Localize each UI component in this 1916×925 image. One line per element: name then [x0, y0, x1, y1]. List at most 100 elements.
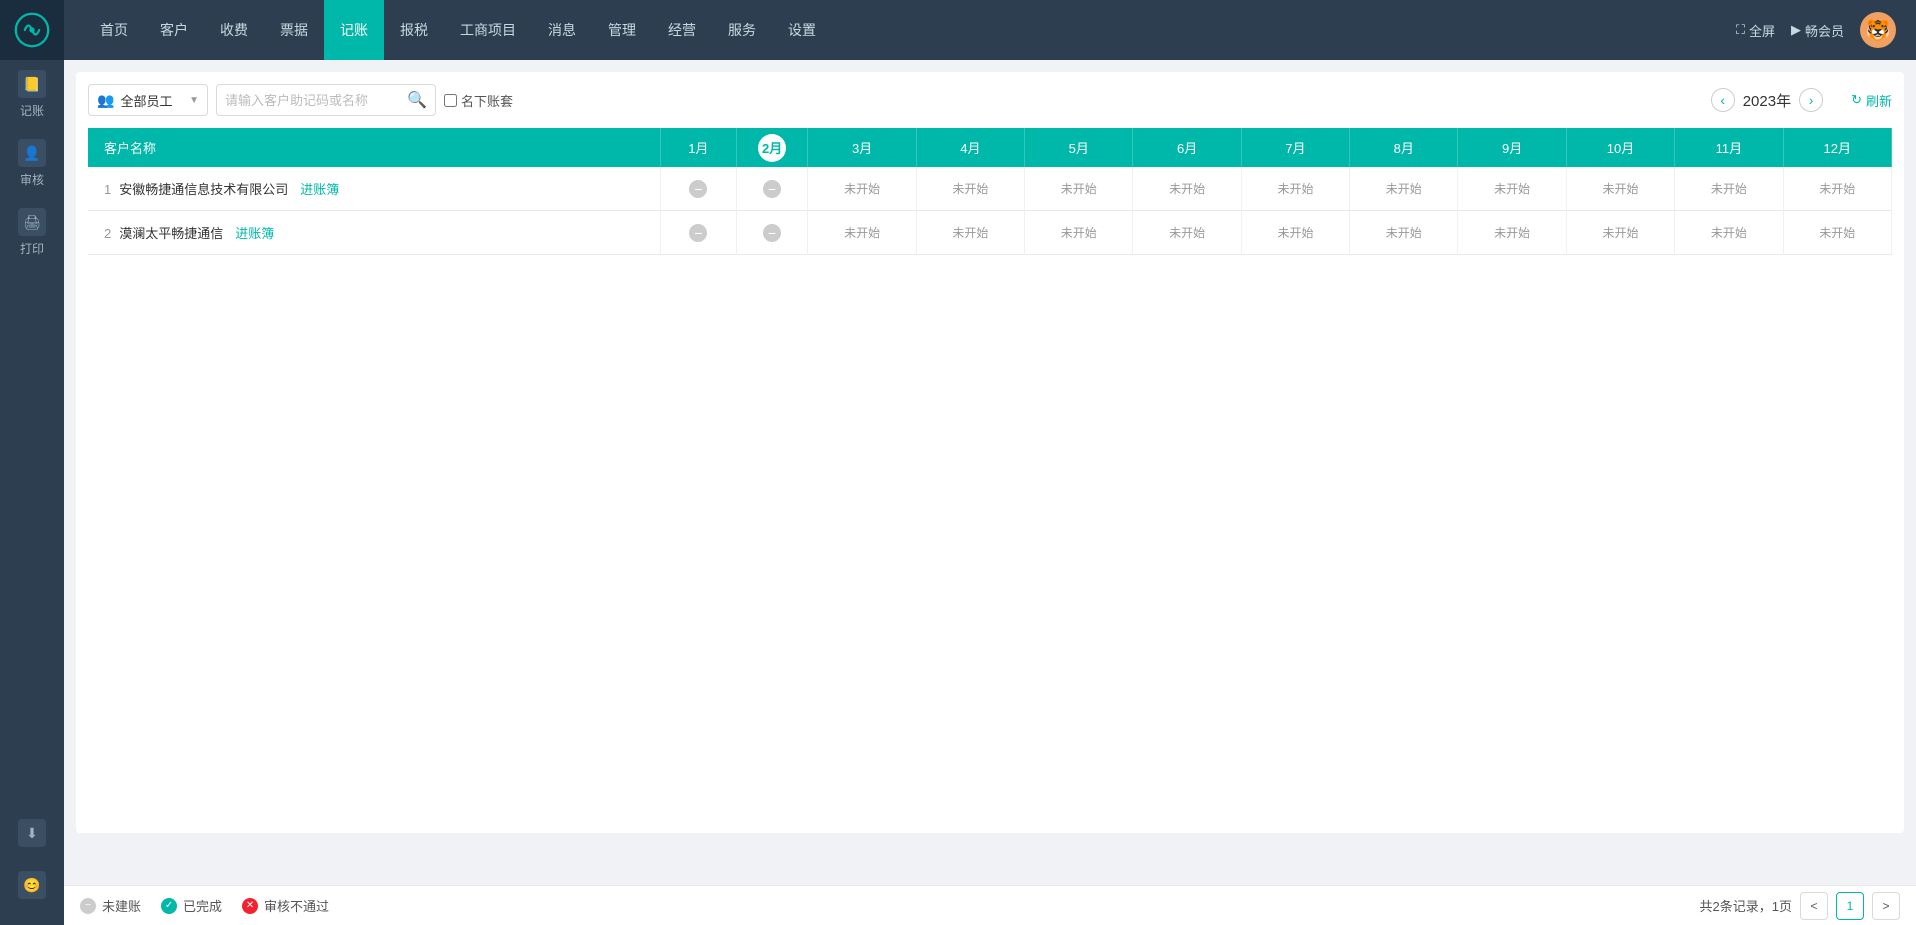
topnav-right: ⛶ 全屏 ▶ 畅会员 🐯: [1736, 12, 1896, 48]
pagination-info: 共2条记录，1页: [1700, 896, 1792, 915]
cell-month-1-5: 未开始: [1133, 211, 1241, 255]
search-input[interactable]: [225, 93, 401, 108]
topnav: 首页 客户 收费 票据 记账 报税 工商项目 消息 管理 经营 服务 设置 ⛶ …: [64, 0, 1916, 60]
cell-month-0-1: −: [736, 167, 808, 211]
sidebar: 📒 记账 👤 审核 🖨 打印 ⬇ 😊: [0, 0, 64, 925]
sidebar-item-user[interactable]: 😊: [0, 861, 64, 909]
status-not-started: 未开始: [844, 182, 880, 196]
status-not-built: −: [763, 180, 781, 198]
active-month-badge: 2月: [758, 134, 786, 162]
status-not-started: 未开始: [1386, 226, 1422, 240]
col-m9: 9月: [1458, 128, 1566, 167]
content-panel: 👥 全部员工 ▼ 🔍 名下账套 ‹ 2023年 ›: [76, 72, 1904, 833]
col-m7: 7月: [1241, 128, 1349, 167]
col-m2: 2月: [736, 128, 808, 167]
col-m5: 5月: [1025, 128, 1133, 167]
status-not-built: −: [689, 224, 707, 242]
status-not-started: 未开始: [1819, 182, 1855, 196]
nav-settings[interactable]: 设置: [772, 0, 832, 60]
col-m11: 11月: [1675, 128, 1783, 167]
year-prev-button[interactable]: ‹: [1711, 88, 1735, 112]
status-not-started: 未开始: [844, 226, 880, 240]
legend-completed: ✓ 已完成: [161, 896, 222, 915]
nav-service[interactable]: 服务: [712, 0, 772, 60]
nav-manage[interactable]: 管理: [592, 0, 652, 60]
table-row: 1安徽畅捷通信息技术有限公司进账簿−−未开始未开始未开始未开始未开始未开始未开始…: [88, 167, 1892, 211]
sidebar-item-print[interactable]: 🖨 打印: [0, 198, 64, 267]
member-button[interactable]: ▶ 畅会员: [1791, 21, 1844, 40]
nav-invoices[interactable]: 票据: [264, 0, 324, 60]
nav-ledger[interactable]: 记账: [324, 0, 384, 60]
status-not-started: 未开始: [952, 226, 988, 240]
my-accounts-check[interactable]: [444, 94, 457, 107]
fullscreen-button[interactable]: ⛶ 全屏: [1736, 21, 1775, 40]
status-not-started: 未开始: [1602, 182, 1638, 196]
enter-ledger-link[interactable]: 进账簿: [235, 226, 274, 241]
footer: − 未建账 ✓ 已完成 ✕ 审核不通过 共2条记录，1页 < 1 >: [64, 885, 1916, 925]
employee-filter[interactable]: 👥 全部员工 ▼: [88, 84, 208, 116]
cell-month-0-7: 未开始: [1350, 167, 1458, 211]
cell-month-1-11: 未开始: [1783, 211, 1892, 255]
main-area: 首页 客户 收费 票据 记账 报税 工商项目 消息 管理 经营 服务 设置 ⛶ …: [64, 0, 1916, 925]
sidebar-item-download[interactable]: ⬇: [0, 809, 64, 857]
status-not-started: 未开始: [1169, 182, 1205, 196]
sidebar-bottom: ⬇ 😊: [0, 809, 64, 909]
nav-tax[interactable]: 报税: [384, 0, 444, 60]
toolbar: 👥 全部员工 ▼ 🔍 名下账套 ‹ 2023年 ›: [88, 84, 1892, 116]
cell-month-1-8: 未开始: [1458, 211, 1566, 255]
cell-month-0-9: 未开始: [1566, 167, 1674, 211]
status-not-started: 未开始: [1602, 226, 1638, 240]
col-m6: 6月: [1133, 128, 1241, 167]
status-not-started: 未开始: [1711, 182, 1747, 196]
status-not-started: 未开始: [1819, 226, 1855, 240]
status-not-started: 未开始: [1061, 182, 1097, 196]
ledger-icon: 📒: [18, 70, 46, 98]
print-icon: 🖨: [18, 208, 46, 236]
legend-rejected: ✕ 审核不通过: [242, 896, 329, 915]
sidebar-logo: [0, 0, 64, 60]
data-table: 客户名称 1月 2月 3月 4月 5月 6月 7月 8月 9月 10月 11月: [88, 128, 1892, 255]
avatar[interactable]: 🐯: [1860, 12, 1896, 48]
page-prev-button[interactable]: <: [1800, 892, 1828, 920]
download-icon: ⬇: [18, 819, 46, 847]
nav-home[interactable]: 首页: [84, 0, 144, 60]
nav-clients[interactable]: 客户: [144, 0, 204, 60]
page-current-button[interactable]: 1: [1836, 892, 1864, 920]
nav-messages[interactable]: 消息: [532, 0, 592, 60]
fullscreen-icon: ⛶: [1736, 22, 1745, 38]
status-not-started: 未开始: [1494, 226, 1530, 240]
sidebar-item-audit[interactable]: 👤 审核: [0, 129, 64, 198]
my-accounts-checkbox[interactable]: 名下账套: [444, 91, 513, 110]
company-name: 漠澜太平畅捷通信: [119, 226, 223, 241]
status-not-started: 未开始: [1711, 226, 1747, 240]
status-not-started: 未开始: [1386, 182, 1422, 196]
legend-teal-dot: ✓: [161, 898, 177, 914]
pagination: 共2条记录，1页 < 1 >: [1700, 892, 1900, 920]
cell-name-1: 2 漠澜太平畅捷通信进账簿: [88, 211, 660, 255]
year-nav: ‹ 2023年 ›: [1711, 88, 1823, 112]
enter-ledger-link[interactable]: 进账簿: [300, 182, 339, 197]
search-button[interactable]: 🔍: [407, 90, 427, 110]
year-next-button[interactable]: ›: [1799, 88, 1823, 112]
cell-month-1-3: 未开始: [916, 211, 1024, 255]
user-icon: 😊: [18, 871, 46, 899]
row-num: 2: [104, 226, 111, 241]
search-wrap: 🔍: [216, 84, 436, 116]
sidebar-item-ledger[interactable]: 📒 记账: [0, 60, 64, 129]
status-not-started: 未开始: [1494, 182, 1530, 196]
status-not-started: 未开始: [1277, 226, 1313, 240]
cell-month-1-1: −: [736, 211, 808, 255]
year-label: 2023年: [1743, 90, 1791, 111]
refresh-button[interactable]: ↻ 刷新: [1851, 91, 1892, 110]
nav-bizitems[interactable]: 工商项目: [444, 0, 532, 60]
col-m3: 3月: [808, 128, 916, 167]
cell-month-1-7: 未开始: [1350, 211, 1458, 255]
page-next-button[interactable]: >: [1872, 892, 1900, 920]
cell-month-0-6: 未开始: [1241, 167, 1349, 211]
status-not-started: 未开始: [1277, 182, 1313, 196]
nav-fees[interactable]: 收费: [204, 0, 264, 60]
cell-month-0-8: 未开始: [1458, 167, 1566, 211]
content: 👥 全部员工 ▼ 🔍 名下账套 ‹ 2023年 ›: [64, 60, 1916, 885]
cell-month-0-2: 未开始: [808, 167, 916, 211]
nav-ops[interactable]: 经营: [652, 0, 712, 60]
